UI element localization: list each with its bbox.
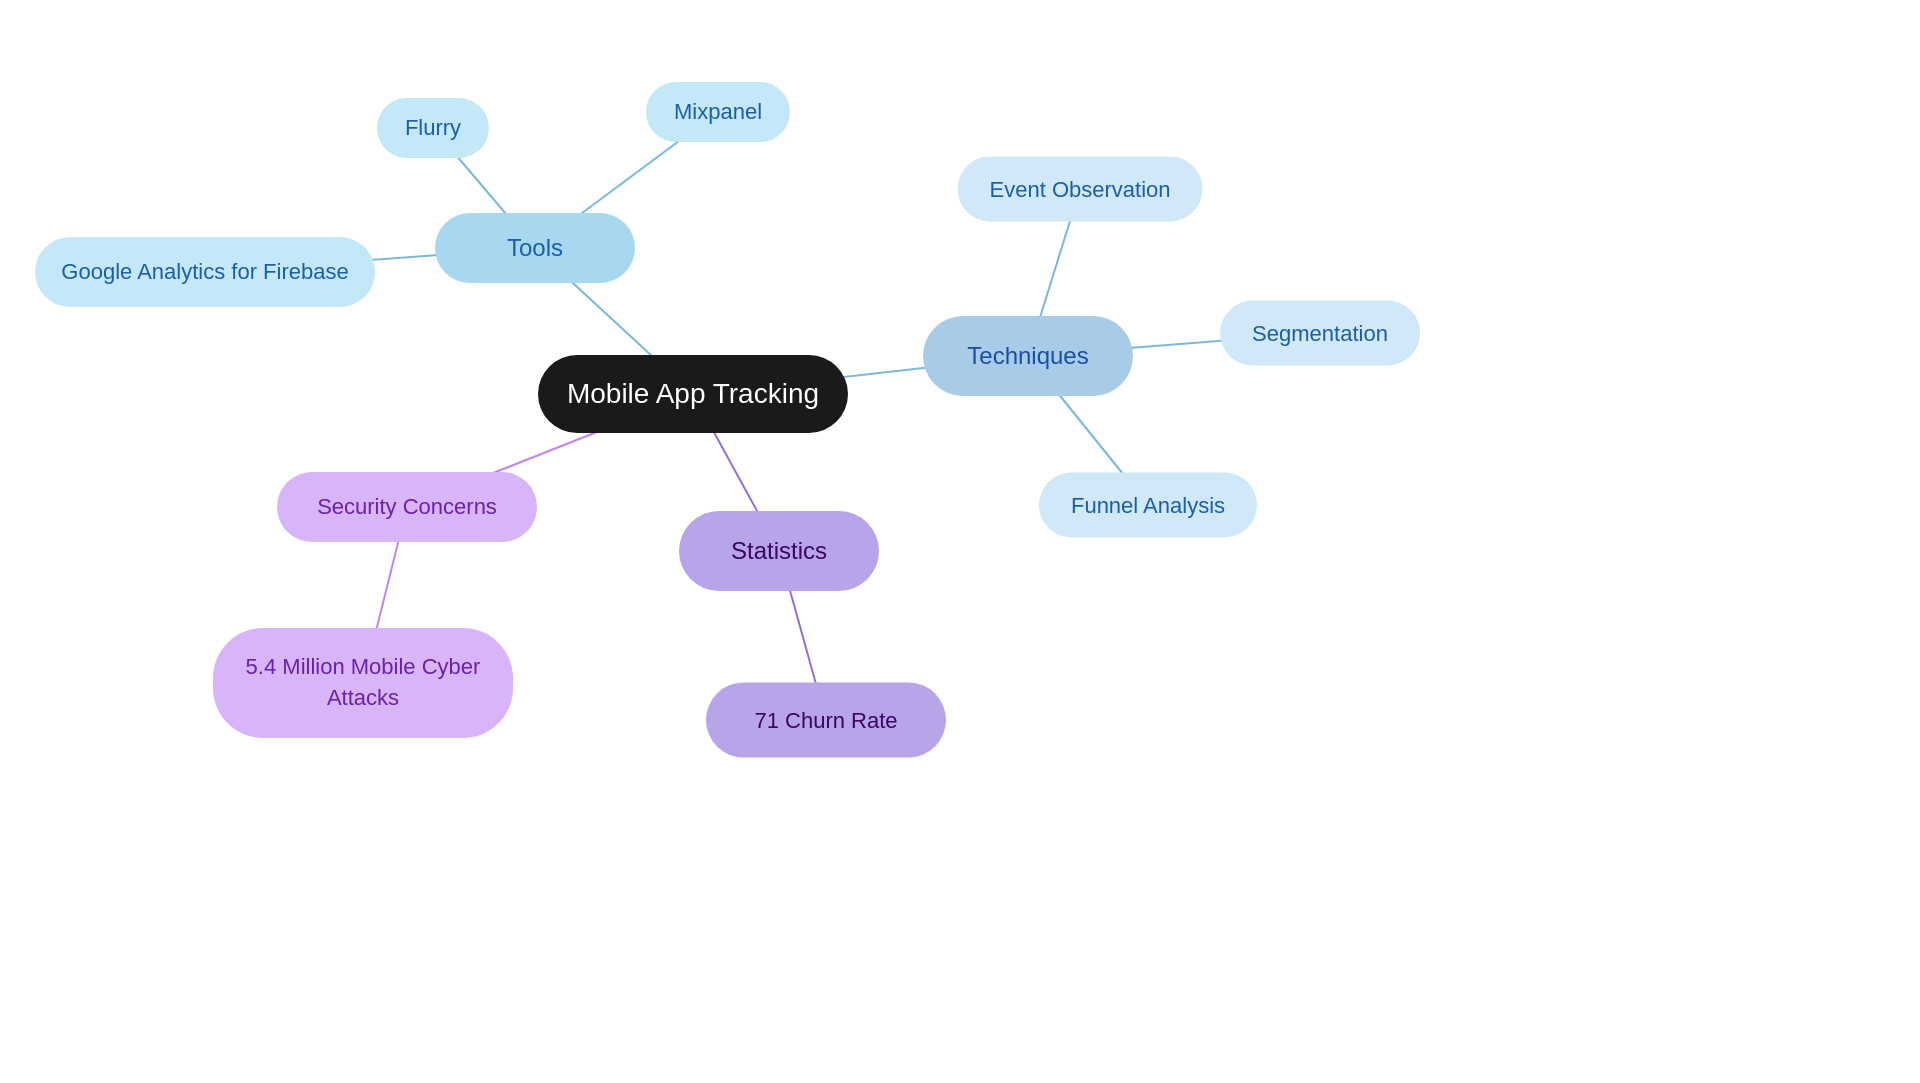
flurry-node: Flurry <box>377 98 489 158</box>
cyber-attacks-node: 5.4 Million Mobile Cyber Attacks <box>213 628 513 738</box>
techniques-node: Techniques <box>923 316 1133 396</box>
statistics-node: Statistics <box>679 511 879 591</box>
security-concerns-node: Security Concerns <box>277 472 537 542</box>
mixpanel-node: Mixpanel <box>646 82 790 142</box>
funnel-analysis-node: Funnel Analysis <box>1039 473 1257 538</box>
center-node: Mobile App Tracking <box>538 355 848 433</box>
google-analytics-node: Google Analytics for Firebase <box>35 237 375 307</box>
segmentation-node: Segmentation <box>1220 301 1420 366</box>
churn-rate-node: 71 Churn Rate <box>706 683 946 758</box>
event-observation-node: Event Observation <box>958 157 1203 222</box>
tools-node: Tools <box>435 213 635 283</box>
